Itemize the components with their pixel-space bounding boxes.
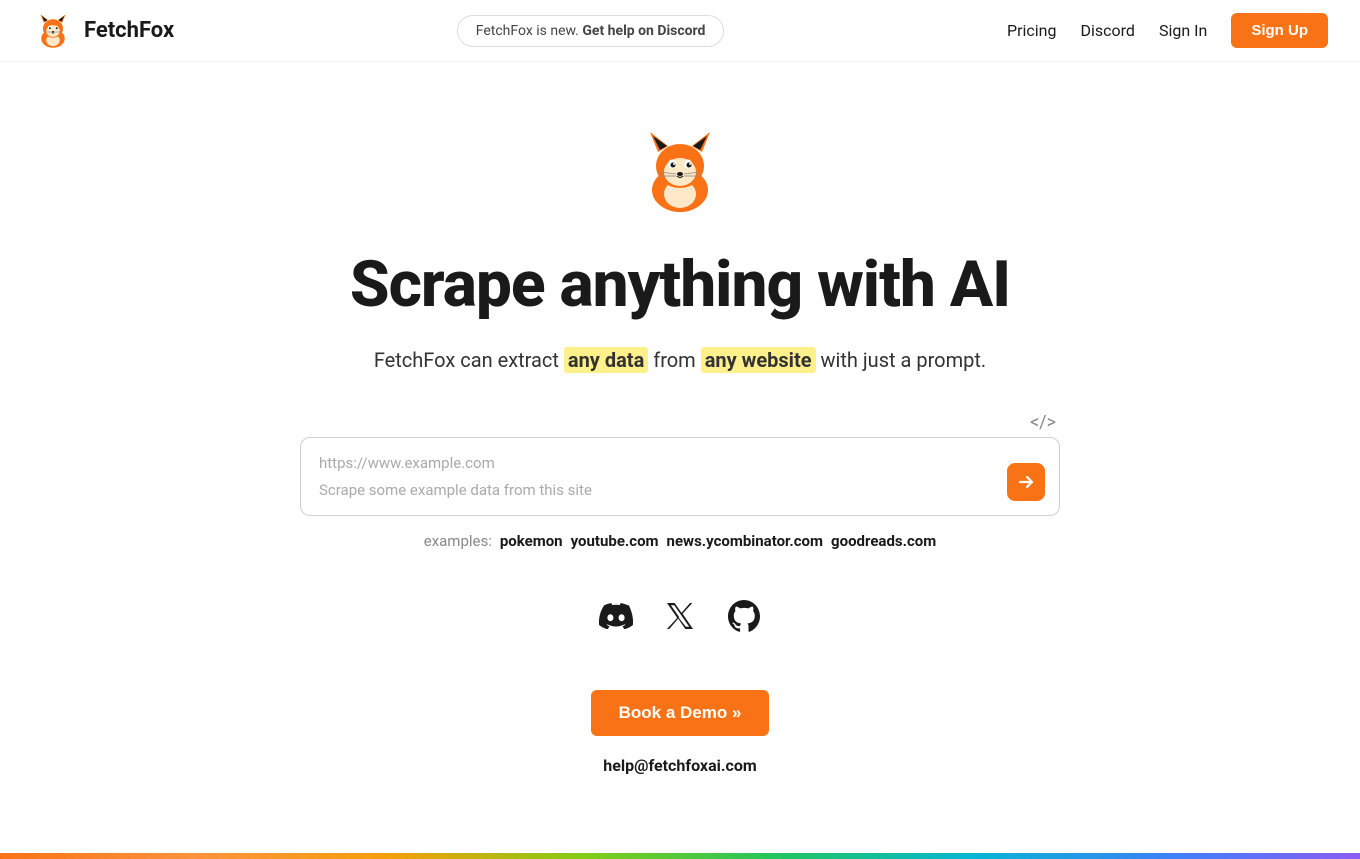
subtitle-suffix: with just a prompt. <box>816 348 987 372</box>
announcement-cta: Get help on Discord <box>582 23 705 39</box>
examples-row: examples: pokemon youtube.com news.ycomb… <box>424 532 937 550</box>
code-toggle-area: </> <box>300 412 1060 433</box>
github-social-icon[interactable] <box>726 598 762 634</box>
example-pokemon[interactable]: pokemon <box>500 532 563 550</box>
announcement-text: FetchFox is new. <box>476 23 579 39</box>
book-demo-button[interactable]: Book a Demo » <box>591 690 770 736</box>
twitter-x-social-icon[interactable] <box>662 598 698 634</box>
example-ycombinator[interactable]: news.ycombinator.com <box>667 532 823 550</box>
code-toggle-icon[interactable]: </> <box>1030 412 1056 433</box>
contact-email: help@fetchfoxai.com <box>603 756 756 775</box>
signup-button[interactable]: Sign Up <box>1231 13 1328 48</box>
example-youtube[interactable]: youtube.com <box>571 532 659 550</box>
subtitle-middle: from <box>648 348 700 372</box>
discord-link[interactable]: Discord <box>1081 21 1135 40</box>
pricing-link[interactable]: Pricing <box>1007 21 1057 40</box>
discord-social-icon[interactable] <box>598 598 634 634</box>
example-goodreads[interactable]: goodreads.com <box>831 532 936 550</box>
announcement-banner: FetchFox is new. Get help on Discord <box>457 15 725 47</box>
scrape-submit-button[interactable] <box>1007 463 1045 501</box>
header-nav: Pricing Discord Sign In Sign Up <box>1007 13 1328 48</box>
subtitle-prefix: FetchFox can extract <box>374 348 564 372</box>
logo-text: FetchFox <box>84 18 174 43</box>
examples-label: examples: <box>424 532 492 550</box>
main-content: Scrape anything with AI FetchFox can ext… <box>0 62 1360 807</box>
highlight-any-website: any website <box>701 347 816 373</box>
hero-fox-icon <box>630 122 730 222</box>
arrow-right-icon <box>1017 473 1035 491</box>
header: FetchFox FetchFox is new. Get help on Di… <box>0 0 1360 62</box>
fox-logo-icon <box>32 10 74 52</box>
hero-title: Scrape anything with AI <box>350 250 1010 320</box>
scrape-input-box: https://www.example.com Scrape some exam… <box>300 437 1060 516</box>
logo[interactable]: FetchFox <box>32 10 174 52</box>
social-icons-row <box>598 598 762 634</box>
hero-subtitle: FetchFox can extract any data from any w… <box>374 344 986 376</box>
signin-link[interactable]: Sign In <box>1159 21 1207 40</box>
prompt-placeholder-text: Scrape some example data from this site <box>319 481 592 499</box>
url-placeholder-text: https://www.example.com <box>319 454 1041 472</box>
highlight-any-data: any data <box>564 347 648 373</box>
bottom-rainbow-bar <box>0 853 1360 859</box>
